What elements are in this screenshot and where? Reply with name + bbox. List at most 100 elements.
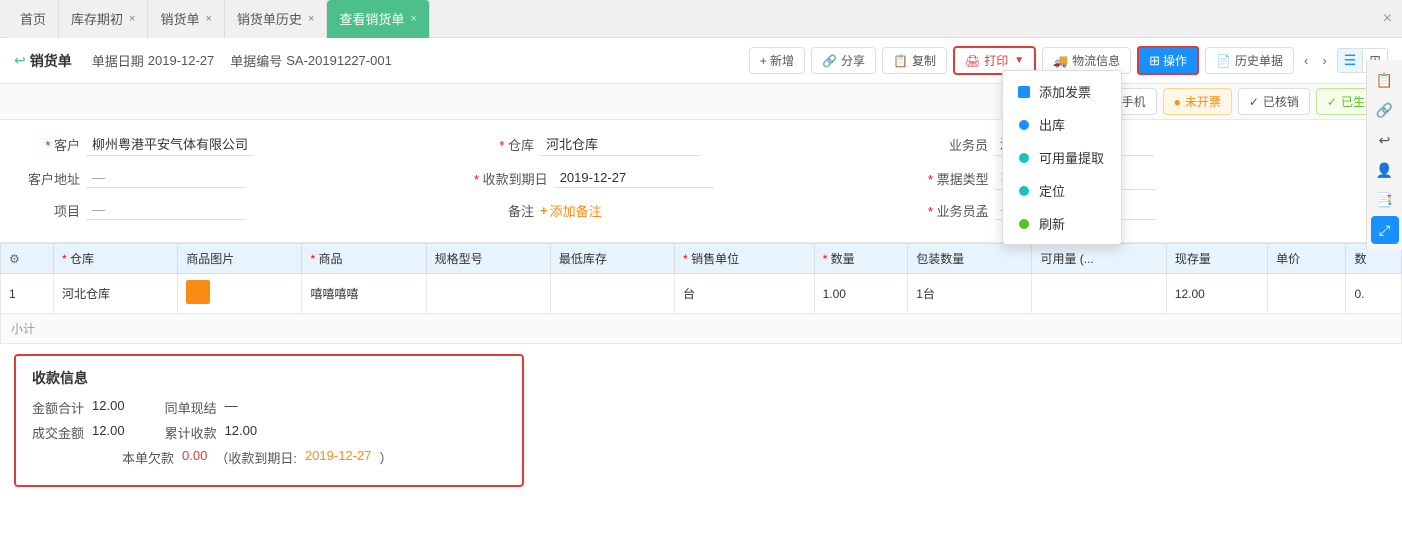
transaction-amount-label: 成交金额 — [32, 423, 84, 442]
cell-product-img — [178, 274, 302, 314]
cell-product[interactable]: 嘻嘻嘻嘻 — [302, 274, 426, 314]
tab-inventory-init[interactable]: 库存期初 × — [59, 0, 148, 38]
tab-inventory-init-label: 库存期初 — [71, 9, 123, 28]
col-product-img: 商品图片 — [178, 244, 302, 274]
staff-label: 业务员 — [928, 135, 988, 154]
payment-date-label: 收款到期日 — [474, 169, 548, 188]
print-icon: 🖨 — [965, 54, 980, 68]
history-icon: 📄 — [1216, 54, 1231, 68]
col-product: 商品 — [302, 244, 426, 274]
tab-sales-history-close[interactable]: × — [308, 13, 314, 25]
next-arrow[interactable]: › — [1318, 51, 1330, 70]
confirm-button[interactable]: ✓ 已核销 — [1238, 88, 1310, 115]
project-field: 项目 — — [20, 200, 474, 220]
subtotal-label: 小计 — [1, 314, 1402, 344]
tab-view-sales-label: 查看销货单 — [339, 9, 404, 28]
product-image — [186, 280, 210, 304]
list-view-icon[interactable]: ☰ — [1338, 49, 1364, 72]
history-button[interactable]: 📄 历史单据 — [1205, 47, 1294, 74]
outstanding-value: 0.00 — [182, 448, 207, 467]
doc-header: ↩ 销货单 单据日期 2019-12-27 单据编号 SA-20191227-0… — [0, 38, 1402, 84]
available-qty-icon — [1017, 151, 1031, 165]
cell-current-stock: 12.00 — [1166, 274, 1267, 314]
not-open-button[interactable]: ● 未开票 — [1163, 88, 1232, 115]
col-unit-price: 单价 — [1268, 244, 1346, 274]
doc-number-value: SA-20191227-001 — [286, 53, 392, 68]
project-value[interactable]: — — [86, 200, 246, 220]
outstanding-field: 本单欠款 0.00 （收款到期日: 2019-12-27 ） — [122, 448, 392, 467]
cell-available — [1032, 274, 1166, 314]
address-label: 客户地址 — [20, 169, 80, 188]
right-icon-2[interactable]: 🔗 — [1371, 96, 1399, 124]
doc-date-value: 2019-12-27 — [148, 53, 215, 68]
customer-value[interactable]: 柳州粤港平安气体有限公司 — [86, 132, 254, 156]
data-table: ⚙ 仓库 商品图片 商品 规格型号 最低库存 销售单位 数量 包装数量 可用量 … — [0, 243, 1402, 344]
form-row-3: 项目 — 备注 添加备注 业务员孟 — — [20, 200, 1382, 220]
address-value[interactable]: — — [86, 168, 246, 188]
warehouse-value[interactable]: 河北仓库 — [540, 132, 700, 156]
active-icon: ✓ — [1327, 95, 1337, 109]
print-dropdown-arrow: ▼ — [1014, 55, 1024, 66]
dropdown-refresh[interactable]: 刷新 — [1003, 207, 1121, 240]
new-button[interactable]: + 新增 — [749, 47, 805, 74]
share-button[interactable]: 🔗 分享 — [811, 47, 876, 74]
cell-min-stock — [550, 274, 674, 314]
add-note-button[interactable]: 添加备注 — [540, 201, 602, 220]
due-date-value: 2019-12-27 — [305, 448, 372, 467]
dropdown-add-invoice[interactable]: 添加发票 — [1003, 75, 1121, 108]
customer-label: 客户 — [20, 135, 80, 154]
right-icon-6[interactable]: ⤢ — [1371, 216, 1399, 244]
warehouse-field: 仓库 河北仓库 — [474, 132, 928, 156]
tab-sales-order-close[interactable]: × — [205, 13, 211, 25]
locate-icon — [1017, 184, 1031, 198]
tab-inventory-init-close[interactable]: × — [129, 13, 135, 25]
tab-sales-order-label: 销货单 — [160, 9, 199, 28]
dropdown-locate[interactable]: 定位 — [1003, 174, 1121, 207]
dropdown-available-qty[interactable]: 可用量提取 — [1003, 141, 1121, 174]
right-icon-4[interactable]: 👤 — [1371, 156, 1399, 184]
col-available: 可用量 (... — [1032, 244, 1166, 274]
transaction-amount-field: 成交金额 12.00 — [32, 423, 125, 442]
payment-info-box: 收款信息 金额合计 12.00 同单现结 — 成交金额 12.00 累计收款 — [14, 354, 524, 487]
payment-row-2: 成交金额 12.00 累计收款 12.00 — [32, 423, 506, 442]
doc-number: 单据编号 SA-20191227-001 — [230, 51, 392, 70]
address-field: 客户地址 — — [20, 168, 474, 188]
cumulative-payment-label: 累计收款 — [165, 423, 217, 442]
add-invoice-label: 添加发票 — [1039, 82, 1091, 101]
payment-date-field: 收款到期日 2019-12-27 — [474, 168, 928, 188]
same-order-field: 同单现结 — — [165, 398, 238, 417]
right-icon-5[interactable]: 📑 — [1371, 186, 1399, 214]
settings-icon[interactable]: ⚙ — [9, 252, 20, 266]
payment-date-value[interactable]: 2019-12-27 — [554, 168, 714, 188]
outbound-label: 出库 — [1039, 115, 1065, 134]
doc-type-icon: ↩ — [14, 52, 26, 69]
project-label: 项目 — [20, 201, 80, 220]
table-header-row: ⚙ 仓库 商品图片 商品 规格型号 最低库存 销售单位 数量 包装数量 可用量 … — [1, 244, 1402, 274]
warehouse-label: 仓库 — [474, 135, 534, 154]
cell-amount: 0. — [1346, 274, 1402, 314]
confirm-icon: ✓ — [1249, 95, 1259, 109]
payment-row-1: 金额合计 12.00 同单现结 — — [32, 398, 506, 417]
payment-info-title: 收款信息 — [32, 368, 506, 388]
operations-grid-icon: ⊞ — [1149, 53, 1160, 69]
staff-field: 业务员 演示账号 — [928, 132, 1382, 156]
cell-package-qty: 1台 — [908, 274, 1032, 314]
tab-home[interactable]: 首页 — [8, 0, 59, 38]
outstanding-close-paren: ） — [379, 448, 392, 467]
dropdown-outbound[interactable]: 出库 — [1003, 108, 1121, 141]
tab-sales-history[interactable]: 销货单历史 × — [225, 0, 327, 38]
global-close-icon[interactable]: × — [1383, 10, 1392, 28]
form-section: 客户 柳州粤港平安气体有限公司 仓库 河北仓库 业务员 演示账号 客户地址 — — [0, 120, 1402, 243]
tab-sales-order[interactable]: 销货单 × — [148, 0, 224, 38]
right-icon-3[interactable]: ↩ — [1371, 126, 1399, 154]
operations-button[interactable]: ⊞ 操作 — [1137, 46, 1199, 75]
tab-view-sales-close[interactable]: × — [410, 13, 416, 25]
col-package-qty: 包装数量 — [908, 244, 1032, 274]
prev-arrow[interactable]: ‹ — [1300, 51, 1312, 70]
table-section: ⚙ 仓库 商品图片 商品 规格型号 最低库存 销售单位 数量 包装数量 可用量 … — [0, 243, 1402, 344]
tab-view-sales[interactable]: 查看销货单 × — [327, 0, 429, 38]
outstanding-label: 本单欠款 — [122, 448, 174, 467]
logistics-icon: 🚚 — [1053, 54, 1068, 68]
copy-button[interactable]: 📋 复制 — [882, 47, 947, 74]
right-icon-1[interactable]: 📋 — [1371, 66, 1399, 94]
